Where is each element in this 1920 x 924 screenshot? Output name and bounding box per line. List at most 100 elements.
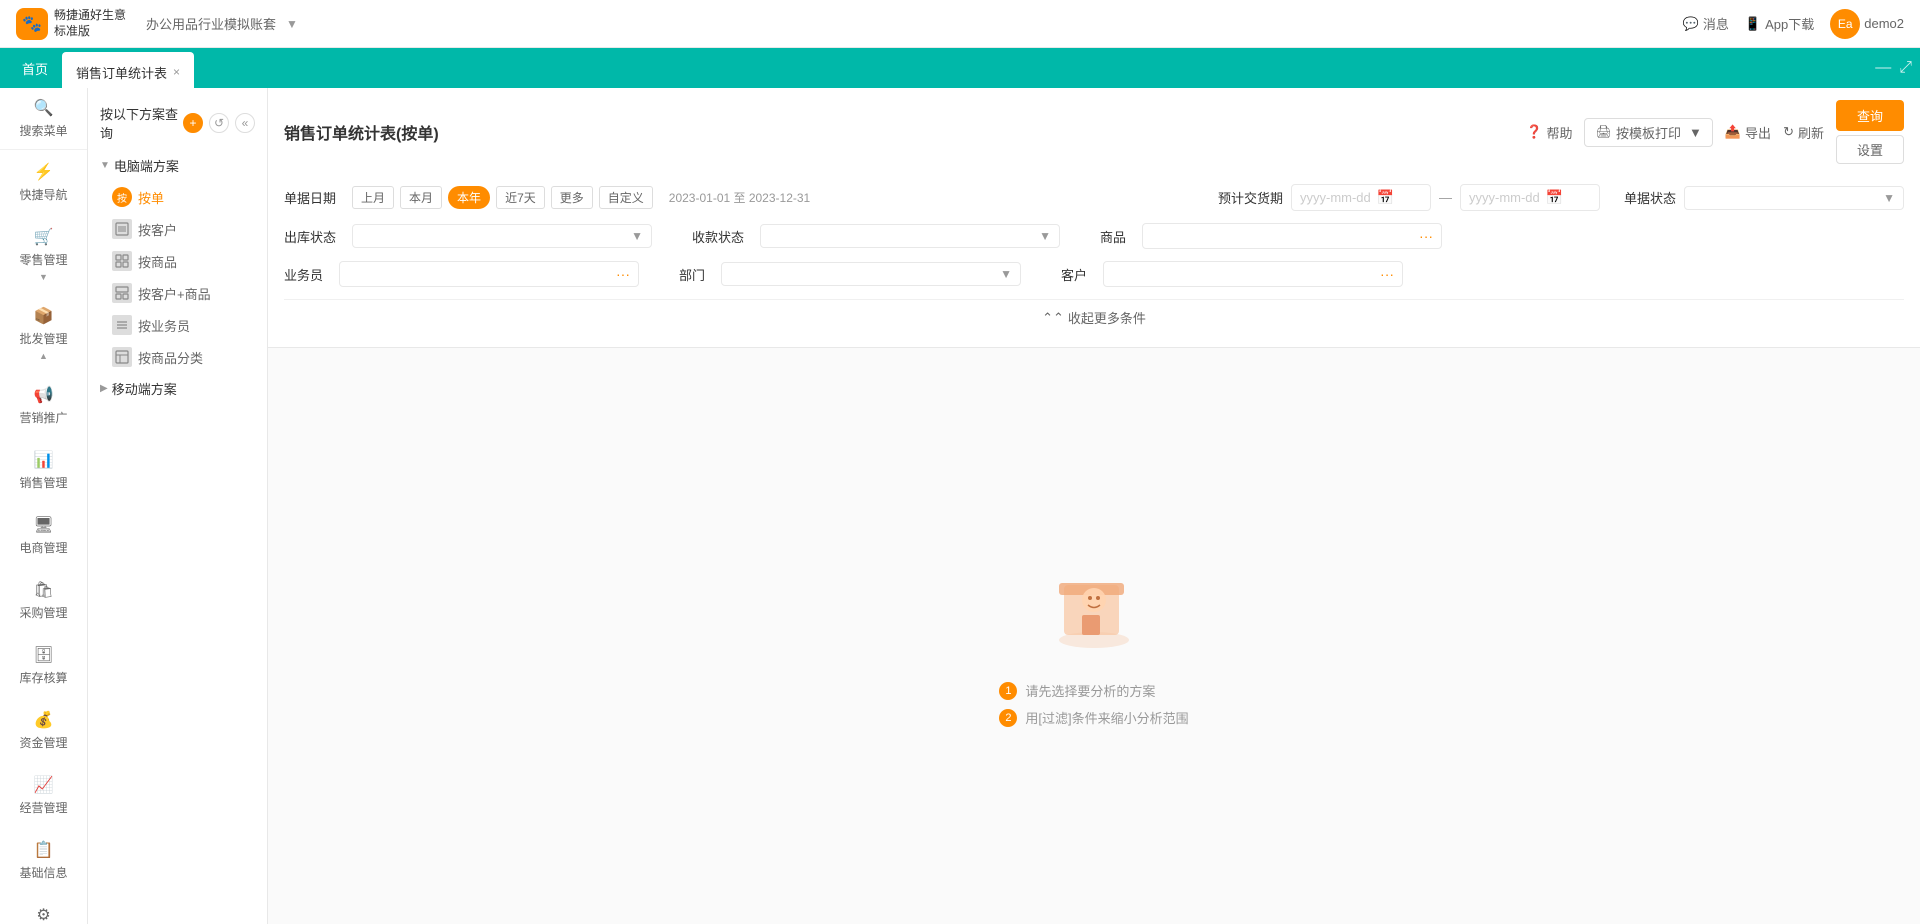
collapse-panel-btn[interactable]: « — [235, 113, 255, 133]
sidebar-item-sales[interactable]: 📊 销售管理 — [0, 438, 87, 503]
by-customer-goods-icon — [112, 283, 132, 303]
collapse-bar[interactable]: ⌃⌃ 收起更多条件 — [284, 299, 1904, 335]
logo-icon: 🐾 — [16, 8, 48, 40]
expected-date-label: 预计交货期 — [1218, 188, 1283, 207]
page-title: 销售订单统计表(按单) — [284, 120, 439, 144]
logo-area: 🐾 畅捷通好生意 标准版 — [16, 8, 126, 40]
top-bar: 🐾 畅捷通好生意 标准版 办公用品行业模拟账套 ▼ 💬 消息 📱 App下载 E… — [0, 0, 1920, 48]
sidebar-item-purchase[interactable]: 🛍 采购管理 — [0, 568, 87, 633]
add-scheme-btn[interactable]: + — [183, 113, 203, 133]
scheme-item-by-category[interactable]: 按商品分类 — [88, 341, 267, 373]
app-dropdown-arrow[interactable]: ▼ — [286, 17, 298, 31]
message-icon: 💬 — [1683, 16, 1699, 32]
inventory-icon: 🗄 — [33, 645, 53, 665]
scheme-item-by-goods[interactable]: 按商品 — [88, 245, 267, 277]
sidebar-item-search[interactable]: 🔍 搜索菜单 — [0, 88, 87, 150]
empty-step-2: 2 用[过滤]条件来缩小分析范围 — [999, 708, 1188, 727]
scheme-item-by-order[interactable]: 按 按单 — [88, 181, 267, 213]
sidebar-item-operation[interactable]: 📈 经营管理 — [0, 763, 87, 828]
sidebar-item-ecommerce[interactable]: 🖥 电商管理 — [0, 503, 87, 568]
content-area: 按以下方案查询 + ↺ « ▼ 电脑端方案 — [88, 88, 1920, 924]
customer-more-icon[interactable]: ··· — [1380, 266, 1394, 282]
empty-illustration — [1034, 545, 1154, 665]
scheme-item-by-salesman[interactable]: 按业务员 — [88, 309, 267, 341]
export-btn[interactable]: 📤 导出 — [1725, 123, 1771, 142]
sidebar-item-inventory[interactable]: 🗄 库存核算 — [0, 633, 87, 698]
tab-minimize-icon[interactable]: — — [1875, 59, 1891, 77]
filter-row-1: 单据日期 上月 本月 本年 近7天 更多 自定义 2023-01-01 至 20… — [284, 184, 1904, 211]
customer-select[interactable]: ··· — [1103, 261, 1403, 287]
tab-home[interactable]: 首页 — [8, 52, 62, 84]
sales-icon: 📊 — [34, 450, 54, 470]
salesman-more-icon[interactable]: ··· — [616, 266, 630, 282]
refresh-scheme-btn[interactable]: ↺ — [209, 113, 229, 133]
more-btn[interactable]: 更多 — [551, 186, 593, 209]
refresh-icon: ↻ — [1783, 124, 1794, 140]
sidebar-item-finance[interactable]: 💰 资金管理 — [0, 698, 87, 763]
this-month-btn[interactable]: 本月 — [400, 186, 442, 209]
custom-btn[interactable]: 自定义 — [599, 186, 653, 209]
step-1-num: 1 — [999, 682, 1017, 700]
sidebar-item-system[interactable]: ⚙ 系统管理 — [0, 893, 87, 924]
right-main: 销售订单统计表(按单) ❓ 帮助 🖨 按模板打印 ▼ 📤 导出 — [268, 88, 1920, 924]
tab-bar-actions: — ⤢ — [1875, 59, 1912, 77]
app-download-btn[interactable]: 📱 App下载 — [1745, 14, 1814, 33]
sidebar-item-retail[interactable]: 🛒 零售管理 ▼ — [0, 215, 87, 294]
date-btn-group: 上月 本月 本年 近7天 更多 自定义 — [352, 186, 653, 209]
single-status-select[interactable]: ▼ — [1684, 186, 1904, 210]
panel-header: 按以下方案查询 + ↺ « — [88, 96, 267, 150]
dept-chevron-icon: ▼ — [1000, 267, 1012, 281]
this-year-btn[interactable]: 本年 — [448, 186, 490, 209]
pc-group-arrow-icon: ▼ — [100, 160, 110, 171]
setting-btn[interactable]: 设置 — [1836, 135, 1904, 164]
operation-icon: 📈 — [34, 775, 54, 795]
sidebar-item-basic[interactable]: 📋 基础信息 — [0, 828, 87, 893]
by-category-icon — [112, 347, 132, 367]
sidebar-item-wholesale[interactable]: 📦 批发管理 ▲ — [0, 294, 87, 373]
tab-close-icon[interactable]: × — [173, 65, 180, 79]
tab-sales-order-stats[interactable]: 销售订单统计表 × — [62, 52, 194, 88]
goods-more-icon[interactable]: ··· — [1419, 228, 1433, 244]
single-status-chevron-icon: ▼ — [1883, 191, 1895, 205]
panel-title: 按以下方案查询 — [100, 104, 183, 142]
user-area[interactable]: Ea demo2 — [1830, 9, 1904, 39]
expected-date-end[interactable]: yyyy-mm-dd 📅 — [1460, 184, 1600, 211]
pc-scheme-header[interactable]: ▼ 电脑端方案 — [88, 150, 267, 181]
last7days-btn[interactable]: 近7天 — [496, 186, 545, 209]
help-btn[interactable]: ❓ 帮助 — [1526, 123, 1572, 142]
sidebar-item-marketing[interactable]: 📢 营销推广 — [0, 373, 87, 438]
customer-label: 客户 — [1061, 265, 1087, 284]
calendar-end-icon: 📅 — [1546, 189, 1563, 206]
top-bar-right: 💬 消息 📱 App下载 Ea demo2 — [1683, 9, 1904, 39]
filter-row-2: 出库状态 ▼ 收款状态 ▼ 商品 ··· — [284, 223, 1904, 249]
system-icon: ⚙ — [36, 905, 50, 924]
single-date-label: 单据日期 — [284, 188, 336, 207]
scheme-item-by-customer[interactable]: 按客户 — [88, 213, 267, 245]
date-range-display: 2023-01-01 至 2023-12-31 — [669, 189, 810, 206]
refresh-btn[interactable]: ↻ 刷新 — [1783, 123, 1824, 142]
last-month-btn[interactable]: 上月 — [352, 186, 394, 209]
dept-select[interactable]: ▼ — [721, 262, 1021, 286]
download-icon: 📱 — [1745, 16, 1761, 32]
scheme-item-by-customer-goods[interactable]: 按客户+商品 — [88, 277, 267, 309]
pay-status-label: 收款状态 — [692, 227, 744, 246]
by-goods-icon — [112, 251, 132, 271]
filter-area: 单据日期 上月 本月 本年 近7天 更多 自定义 2023-01-01 至 20… — [268, 172, 1920, 348]
expected-date-start[interactable]: yyyy-mm-dd 📅 — [1291, 184, 1431, 211]
search-icon: 🔍 — [34, 98, 54, 118]
message-btn[interactable]: 💬 消息 — [1683, 14, 1729, 33]
pay-status-select[interactable]: ▼ — [760, 224, 1060, 248]
salesman-select[interactable]: ··· — [339, 261, 639, 287]
goods-select[interactable]: ··· — [1142, 223, 1442, 249]
print-btn[interactable]: 🖨 按模板打印 ▼ — [1584, 118, 1712, 147]
lightning-icon: ⚡ — [34, 162, 54, 182]
sidebar-item-quick-nav[interactable]: ⚡ 快捷导航 — [0, 150, 87, 215]
mobile-scheme-header[interactable]: ▶ 移动端方案 — [88, 373, 267, 404]
ship-status-select[interactable]: ▼ — [352, 224, 652, 248]
date-separator: — — [1439, 190, 1452, 205]
query-btn[interactable]: 查询 — [1836, 100, 1904, 131]
wholesale-icon: 📦 — [34, 306, 54, 326]
avatar: Ea — [1830, 9, 1860, 39]
pay-status-chevron-icon: ▼ — [1039, 229, 1051, 243]
tab-maximize-icon[interactable]: ⤢ — [1899, 59, 1912, 77]
